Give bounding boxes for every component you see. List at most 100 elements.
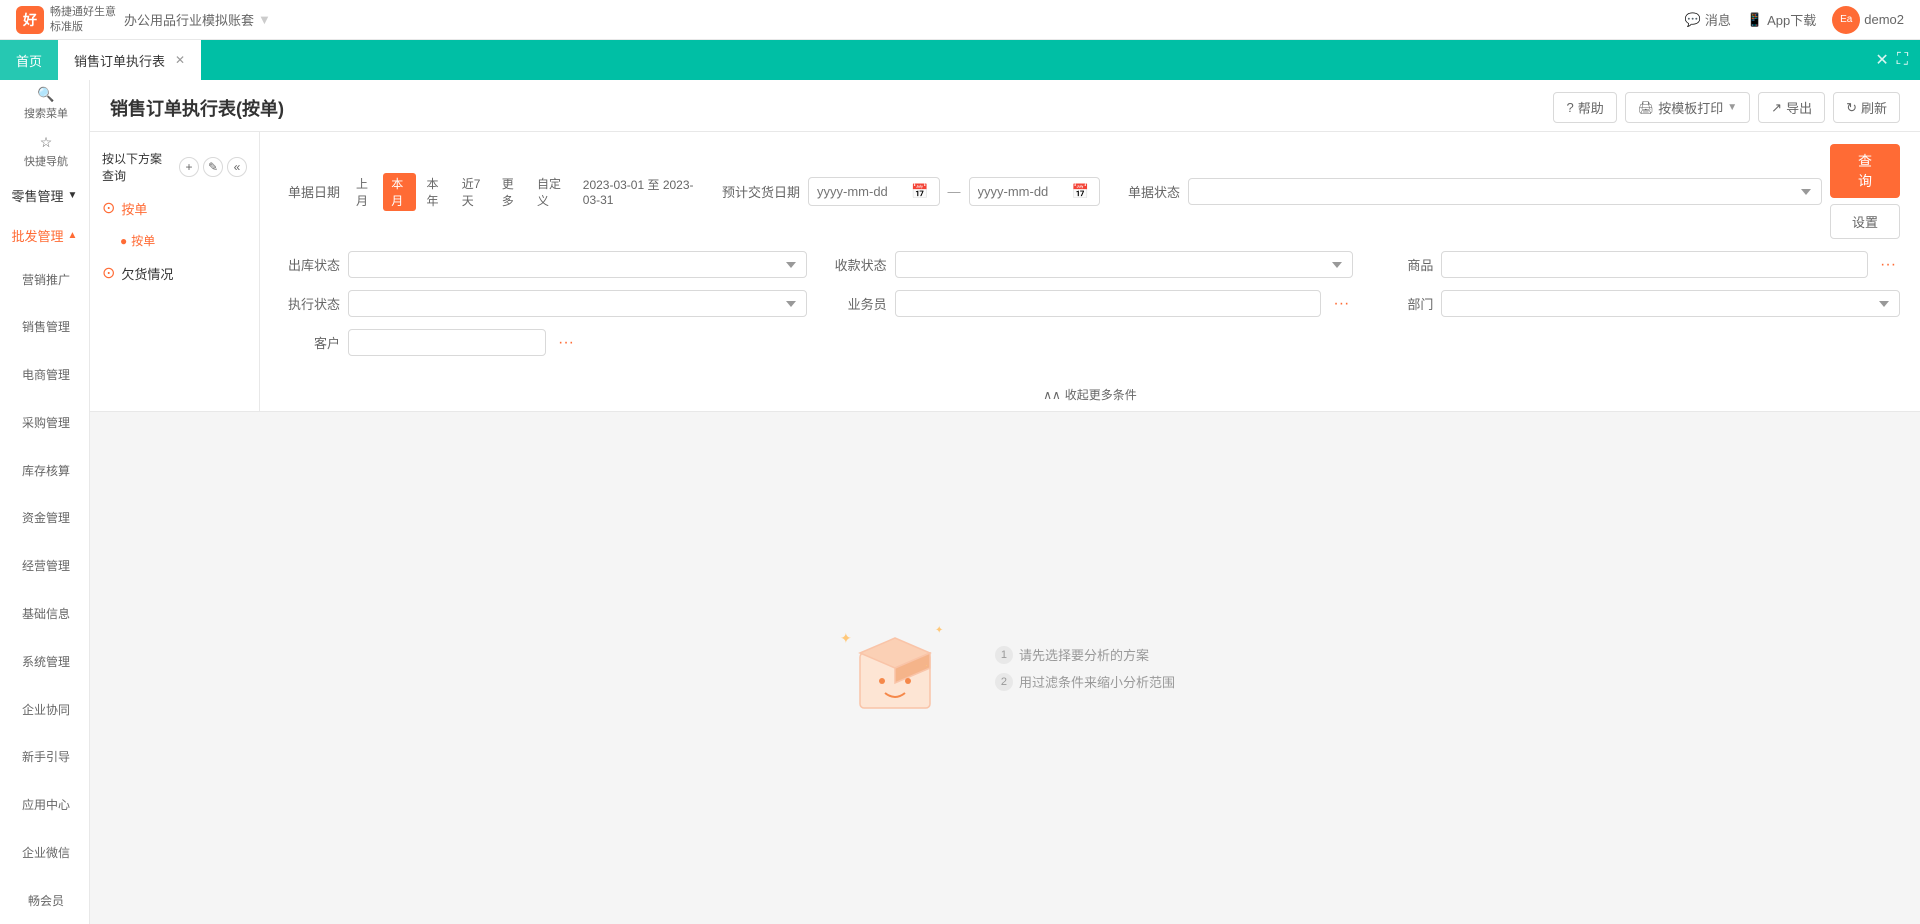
date-tab-custom[interactable]: 自定义 xyxy=(529,173,571,211)
sidebar-item-guide[interactable]: 新手引导 xyxy=(0,733,89,781)
sidebar-item-system[interactable]: 系统管理 xyxy=(0,637,89,685)
sidebar-item-enterprise[interactable]: 企业协同 xyxy=(0,685,89,733)
print-btn[interactable]: 🖨 按模板打印 ▼ xyxy=(1625,92,1750,123)
predicted-date-start-input[interactable] xyxy=(817,184,907,199)
chevron-up-icon: ▲ xyxy=(68,230,78,241)
sidebar-item-member[interactable]: 畅会员 xyxy=(0,876,89,924)
sidebar-item-search-menu[interactable]: 🔍 搜索菜单 xyxy=(0,80,89,128)
status-field: 单据状态 xyxy=(1120,178,1810,205)
help-btn[interactable]: ? 帮助 xyxy=(1553,92,1616,123)
predicted-date-end-input[interactable] xyxy=(978,184,1068,199)
scheme-icon: ⊙ xyxy=(102,198,115,218)
customer-field: 客户 ··· xyxy=(280,329,560,356)
download-icon: 📱 xyxy=(1747,12,1763,28)
action-btn-group: 查询 设置 xyxy=(1830,144,1900,239)
dept-select[interactable] xyxy=(1441,290,1900,317)
sidebar-item-purchase[interactable]: 采购管理 xyxy=(0,399,89,447)
date-tab-this-year[interactable]: 本年 xyxy=(418,173,451,211)
search-button[interactable]: 查询 xyxy=(1830,144,1900,198)
predicted-date-start[interactable]: 📅 xyxy=(808,177,940,206)
date-tab-more[interactable]: 更多 xyxy=(494,173,527,211)
salesperson-picker-btn[interactable]: ··· xyxy=(1329,295,1353,313)
export-btn[interactable]: ↗ 导出 xyxy=(1758,92,1825,123)
sidebar-item-finance[interactable]: 资金管理 xyxy=(0,494,89,542)
sub-scheme-press[interactable]: ● 按单 xyxy=(90,226,259,255)
step1-circle: 1 xyxy=(995,646,1013,664)
date-tab-last-month[interactable]: 上月 xyxy=(348,173,381,211)
scheme-press[interactable]: ⊙ 按单 xyxy=(90,190,259,226)
filter-data-wrapper: 按以下方案查询 + ✎ « xyxy=(90,132,1920,924)
outbound-select[interactable] xyxy=(348,251,807,278)
page-actions: ? 帮助 🖨 按模板打印 ▼ ↗ 导出 ↻ 刷新 xyxy=(1553,92,1900,123)
edit-scheme-btn[interactable]: ✎ xyxy=(203,157,223,177)
date-tab-7days[interactable]: 近7天 xyxy=(454,173,492,211)
filter-row-4: 客户 ··· xyxy=(280,329,1900,356)
empty-state: ✦ ✦ · 1 请先选择要分析的方案 2 用过滤条件来缩小分析范围 xyxy=(835,613,1175,723)
product-input[interactable] xyxy=(1441,251,1868,278)
receipt-select[interactable] xyxy=(895,251,1354,278)
star-icon: ☆ xyxy=(40,134,53,151)
date-tab-this-month[interactable]: 本月 xyxy=(383,173,416,211)
sidebar: 🔍 搜索菜单 ☆ 快捷导航 零售管理 ▼ 批发管理 ▲ 营销推广 销售管理 电商… xyxy=(0,80,90,924)
message-btn[interactable]: 💬 消息 xyxy=(1685,10,1731,29)
customer-picker-btn[interactable]: ··· xyxy=(554,334,578,352)
sidebar-item-marketing[interactable]: 营销推广 xyxy=(0,255,89,303)
sidebar-item-wholesale[interactable]: 批发管理 ▲ xyxy=(0,215,89,255)
logo-area: 好 畅捷通好生意 标准版 xyxy=(16,5,116,34)
nav-minimize-btn[interactable]: ✕ xyxy=(1875,50,1888,70)
print-icon: 🖨 xyxy=(1638,100,1655,116)
sidebar-item-operation[interactable]: 经营管理 xyxy=(0,542,89,590)
breadcrumb[interactable]: 办公用品行业模拟账套 ▼ xyxy=(124,10,271,29)
empty-step2: 2 用过滤条件来缩小分析范围 xyxy=(995,672,1175,691)
filter-panel: 按以下方案查询 + ✎ « xyxy=(90,132,1920,412)
sidebar-item-apps[interactable]: 应用中心 xyxy=(0,781,89,829)
sidebar-item-sales[interactable]: 销售管理 xyxy=(0,303,89,351)
setup-button[interactable]: 设置 xyxy=(1830,204,1900,239)
sidebar-item-inventory[interactable]: 库存核算 xyxy=(0,446,89,494)
export-icon: ↗ xyxy=(1771,100,1782,116)
tab-close-btn[interactable]: ✕ xyxy=(175,53,185,67)
sidebar-item-retail[interactable]: 零售管理 ▼ xyxy=(0,176,89,216)
sidebar-item-quick-nav[interactable]: ☆ 快捷导航 xyxy=(0,128,89,176)
nav-maximize-btn[interactable]: ⛶ xyxy=(1897,51,1908,69)
avatar: Ea xyxy=(1832,6,1860,34)
scheme-debt[interactable]: ⊙ 欠货情况 xyxy=(90,255,259,291)
filter-row-1: 单据日期 上月 本月 本年 近7天 更多 自定义 2023-03-01 至 20… xyxy=(280,144,1900,239)
sidebar-item-wechat[interactable]: 企业微信 xyxy=(0,829,89,877)
tab-home[interactable]: 首页 xyxy=(0,40,58,80)
user-avatar[interactable]: Ea demo2 xyxy=(1832,6,1904,34)
exec-select[interactable] xyxy=(348,290,807,317)
calendar-icon1[interactable]: 📅 xyxy=(911,183,928,200)
status-select[interactable] xyxy=(1188,178,1822,205)
collapse-bar[interactable]: ∧∧ 收起更多条件 xyxy=(260,380,1920,411)
date-field: 单据日期 上月 本月 本年 近7天 更多 自定义 2023-03-01 至 20… xyxy=(280,173,700,211)
help-icon: ? xyxy=(1566,100,1573,115)
salesperson-field: 业务员 ··· xyxy=(827,290,1354,317)
collapse-up-icon: ∧∧ xyxy=(1043,388,1061,402)
add-scheme-btn[interactable]: + xyxy=(179,157,199,177)
refresh-btn[interactable]: ↻ 刷新 xyxy=(1833,92,1900,123)
chevron-icon: ▼ xyxy=(68,190,78,201)
customer-input[interactable] xyxy=(348,329,546,356)
tab-sales-order-exec[interactable]: 销售订单执行表 ✕ xyxy=(58,40,201,80)
salesperson-input[interactable] xyxy=(895,290,1322,317)
search-icon: 🔍 xyxy=(37,86,54,103)
sidebar-item-ecommerce[interactable]: 电商管理 xyxy=(0,351,89,399)
page-title: 销售订单执行表(按单) xyxy=(110,95,284,121)
message-icon: 💬 xyxy=(1685,12,1701,28)
outbound-field: 出库状态 xyxy=(280,251,807,278)
svg-text:✦: ✦ xyxy=(935,625,943,636)
product-picker-btn[interactable]: ··· xyxy=(1876,256,1900,274)
dot-icon: ● xyxy=(120,234,127,248)
predicted-date-end[interactable]: 📅 xyxy=(969,177,1101,206)
header-left: 好 畅捷通好生意 标准版 办公用品行业模拟账套 ▼ xyxy=(16,5,271,34)
app-download-btn[interactable]: 📱 App下载 xyxy=(1747,10,1816,29)
collapse-sidebar-btn[interactable]: « xyxy=(227,157,247,177)
sidebar-item-basic[interactable]: 基础信息 xyxy=(0,590,89,638)
nav-tabs: 首页 销售订单执行表 ✕ ✕ ⛶ xyxy=(0,40,1920,80)
empty-svg: ✦ ✦ · xyxy=(835,613,955,723)
calendar-icon2[interactable]: 📅 xyxy=(1072,183,1089,200)
date-tabs: 上月 本月 本年 近7天 更多 自定义 xyxy=(348,173,571,211)
top-header: 好 畅捷通好生意 标准版 办公用品行业模拟账套 ▼ 💬 消息 📱 App下载 E… xyxy=(0,0,1920,40)
filter-sidebar-header: 按以下方案查询 + ✎ « xyxy=(90,144,259,190)
